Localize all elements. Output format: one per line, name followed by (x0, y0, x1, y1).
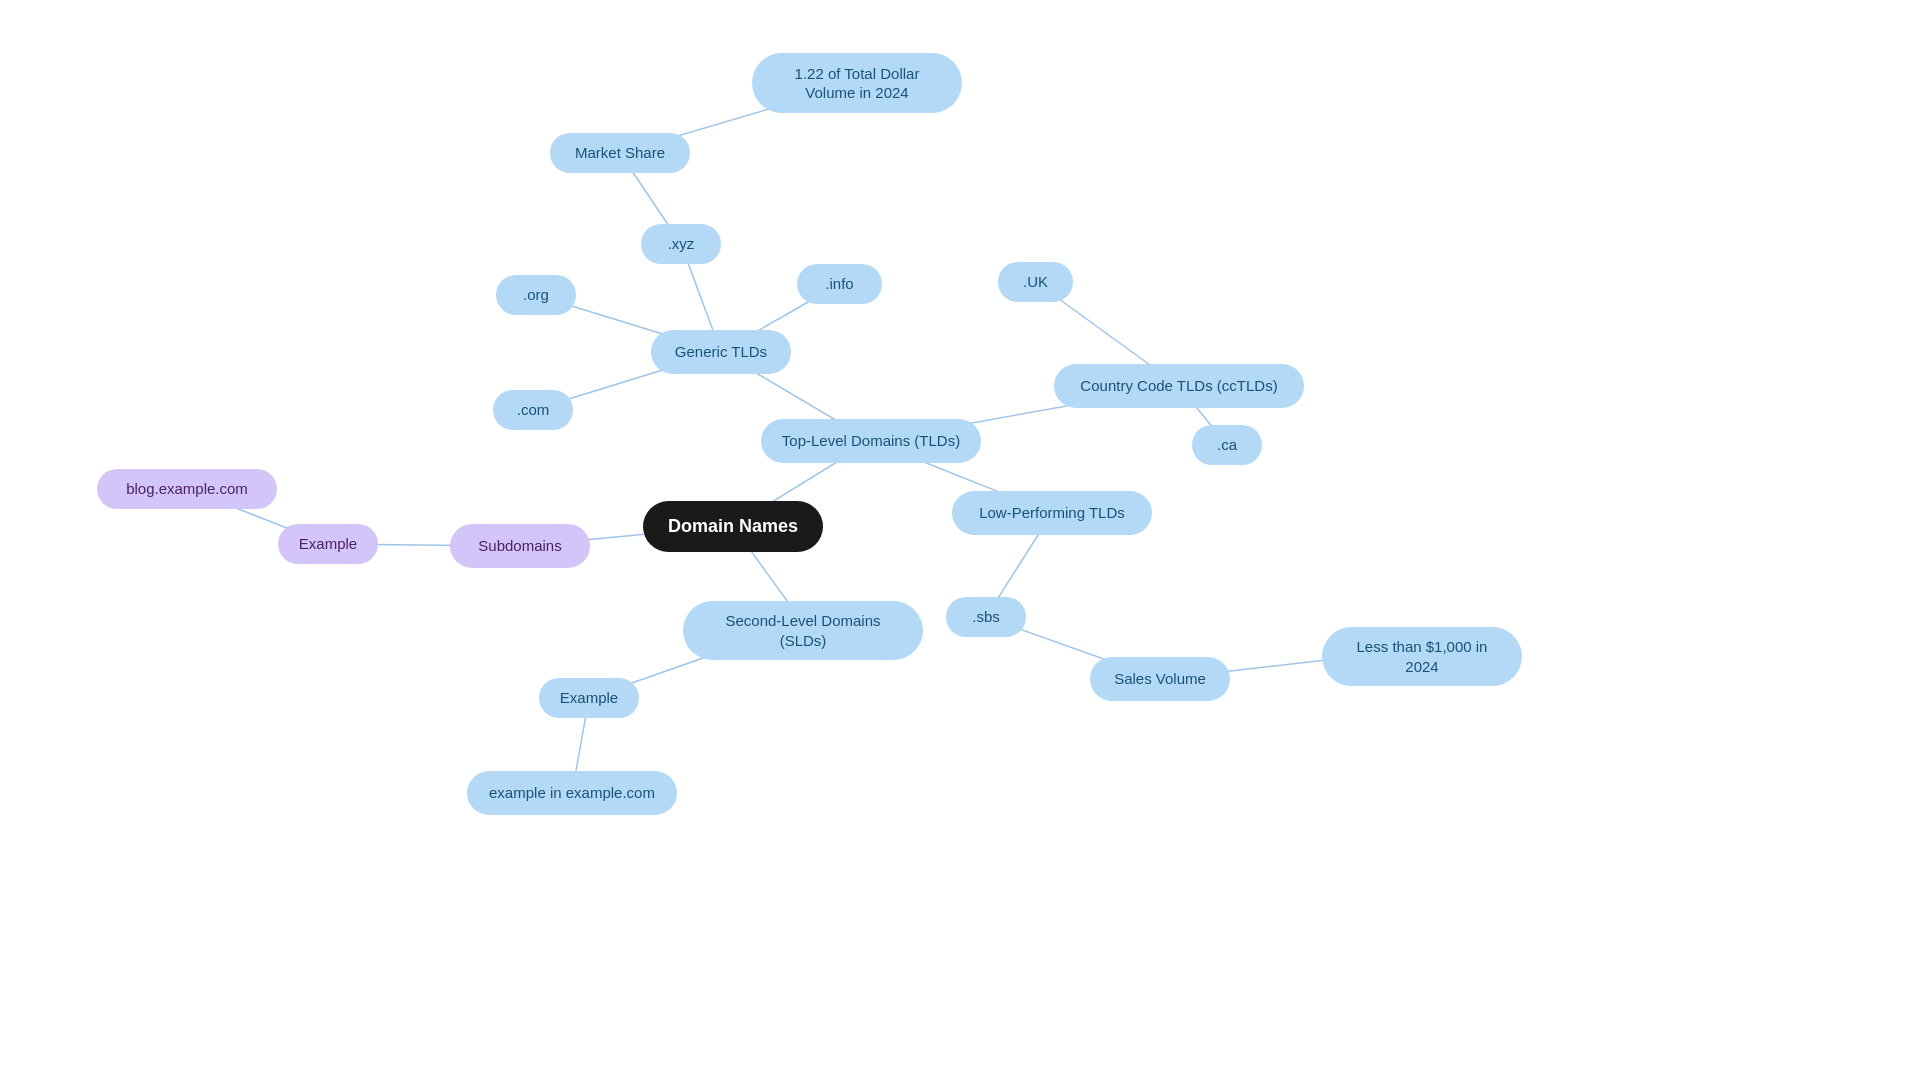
node-top_level[interactable]: Top-Level Domains (TLDs) (761, 419, 981, 463)
node-xyz[interactable]: .xyz (641, 224, 721, 264)
node-domain_names[interactable]: Domain Names (643, 501, 823, 552)
node-sbs[interactable]: .sbs (946, 597, 1026, 637)
node-country_code[interactable]: Country Code TLDs (ccTLDs) (1054, 364, 1304, 408)
node-example_sld[interactable]: Example (539, 678, 639, 718)
node-example_sub[interactable]: Example (278, 524, 378, 564)
node-low_performing[interactable]: Low-Performing TLDs (952, 491, 1152, 535)
node-com[interactable]: .com (493, 390, 573, 430)
node-total_dollar[interactable]: 1.22 of Total Dollar Volume in 2024 (752, 53, 962, 113)
node-example_in[interactable]: example in example.com (467, 771, 677, 815)
node-less_than[interactable]: Less than $1,000 in 2024 (1322, 627, 1522, 686)
node-ca[interactable]: .ca (1192, 425, 1262, 465)
node-generic_tlds[interactable]: Generic TLDs (651, 330, 791, 374)
node-second_level[interactable]: Second-Level Domains (SLDs) (683, 601, 923, 660)
node-blog_example[interactable]: blog.example.com (97, 469, 277, 509)
node-info[interactable]: .info (797, 264, 882, 304)
node-uk[interactable]: .UK (998, 262, 1073, 302)
node-org[interactable]: .org (496, 275, 576, 315)
node-subdomains[interactable]: Subdomains (450, 524, 590, 568)
node-market_share[interactable]: Market Share (550, 133, 690, 173)
node-sales_volume[interactable]: Sales Volume (1090, 657, 1230, 701)
